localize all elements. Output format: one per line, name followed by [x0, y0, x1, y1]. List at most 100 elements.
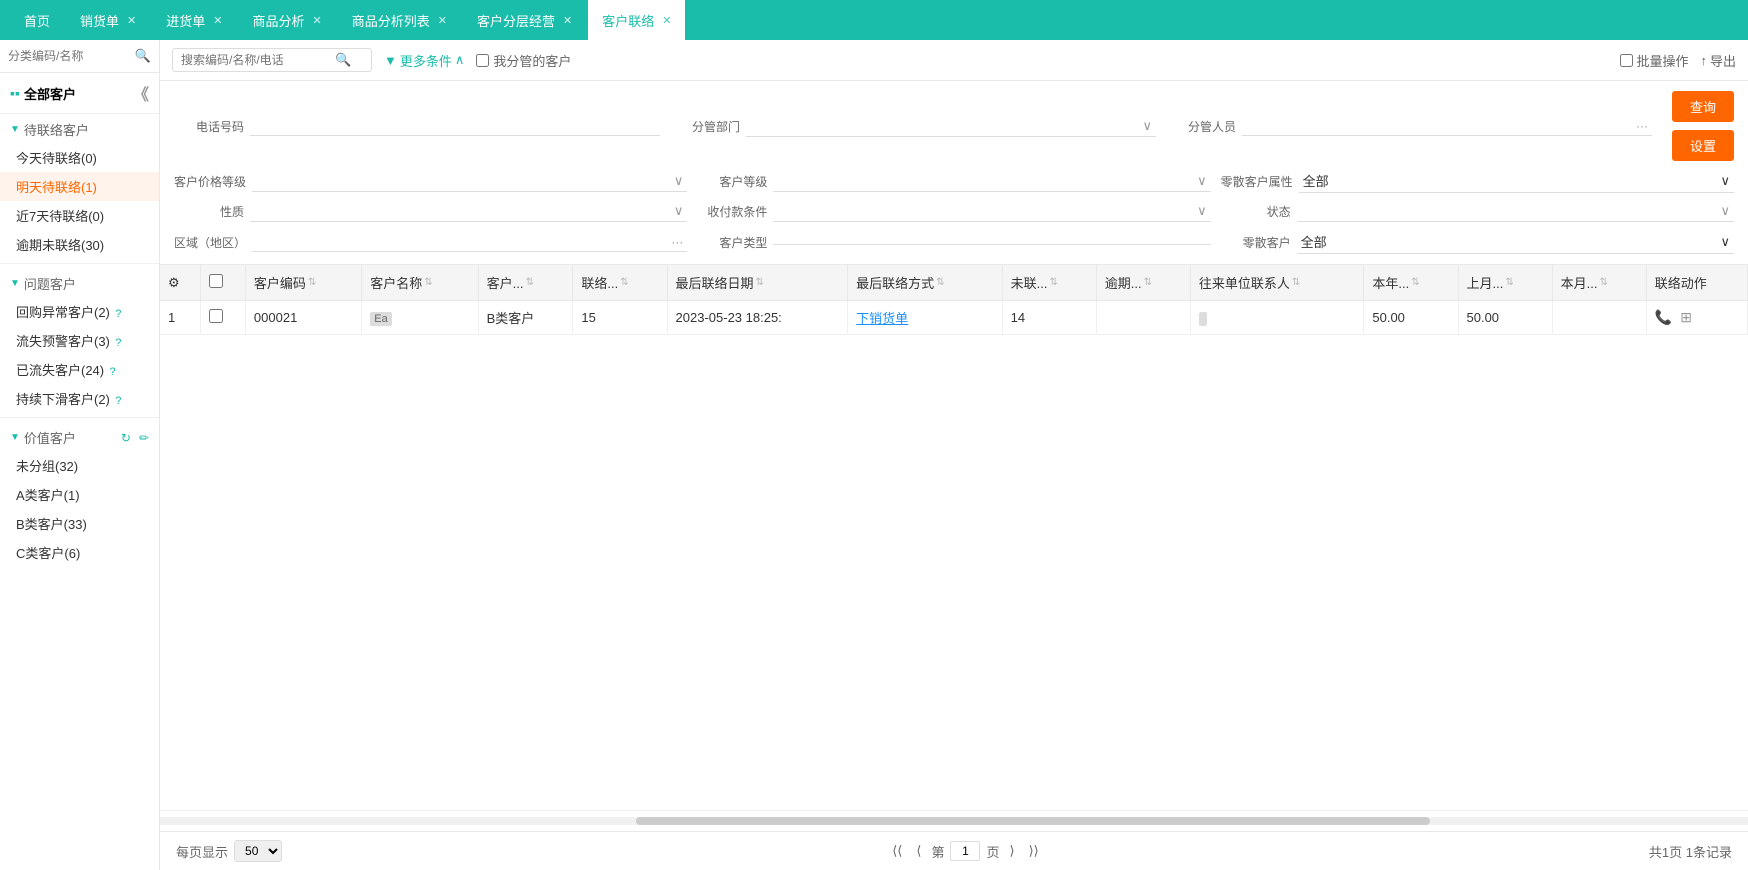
sidebar-collapse-icon[interactable]: 《: [133, 81, 149, 105]
filter-price-level-select[interactable]: ∨: [252, 171, 687, 192]
sort-icon-last-contact-date[interactable]: ⇅: [756, 277, 764, 288]
settings-icon[interactable]: ⚙: [168, 275, 180, 290]
export-btn[interactable]: ↑ 导出: [1700, 51, 1736, 70]
prev-page-btn[interactable]: ⟨: [912, 841, 925, 861]
th-checkbox: [200, 265, 245, 301]
sidebar-item-today-pending[interactable]: 今天待联络(0): [0, 143, 159, 172]
filter-customer-type-select[interactable]: [773, 240, 1210, 245]
refresh-icon[interactable]: ↻: [121, 431, 131, 445]
nav-product-analysis-list[interactable]: 商品分析列表 ✕: [338, 0, 461, 40]
nav-customer-segment-close[interactable]: ✕: [563, 14, 572, 27]
filter-dept-select[interactable]: ∨: [746, 116, 1156, 137]
sidebar-item-a-class[interactable]: A类客户(1): [0, 480, 159, 509]
sort-icon-name[interactable]: ⇅: [424, 277, 432, 288]
sidebar-item-tomorrow-pending[interactable]: 明天待联络(1): [0, 172, 159, 201]
sort-icon-this-month[interactable]: ⇅: [1599, 277, 1607, 288]
filter-region-dots[interactable]: ···: [671, 235, 683, 249]
nav-home[interactable]: 首页: [10, 0, 64, 40]
nav-customer-contact[interactable]: 客户联络 ✕: [588, 0, 685, 40]
query-button[interactable]: 查询: [1672, 91, 1734, 122]
filter-customer-level-select[interactable]: ∨: [773, 171, 1210, 192]
table-header-row: ⚙ 客户编码 ⇅ 客户名称: [160, 265, 1748, 301]
edit-icon[interactable]: ✏: [139, 431, 149, 445]
next-page-btn[interactable]: ⟩: [1005, 841, 1018, 861]
scroll-thumb[interactable]: [636, 817, 1430, 825]
chevron-up-icon: ∧: [455, 52, 465, 68]
search-bar: 🔍 ▼ 更多条件 ∧ 我分管的客户 批量操作 ↑ 导出: [160, 40, 1748, 81]
filter-customer-level: 客户等级 ∨: [697, 171, 1210, 192]
page-size-select[interactable]: 50: [234, 840, 282, 862]
nav-product-analysis-list-close[interactable]: ✕: [438, 14, 447, 27]
last-page-btn[interactable]: ⟩⟩: [1025, 841, 1043, 861]
my-customer-check[interactable]: [476, 54, 489, 67]
search-input[interactable]: [181, 53, 331, 67]
action-icon-phone[interactable]: 📞: [1655, 309, 1672, 326]
page-size-wrap: 每页显示 50: [176, 840, 282, 862]
row-checkbox[interactable]: [209, 309, 223, 323]
search-bar-right: 批量操作 ↑ 导出: [1620, 51, 1736, 70]
sidebar-item-churned[interactable]: 已流失客户(24) ?: [0, 355, 159, 384]
nav-customer-segment[interactable]: 客户分层经营 ✕: [463, 0, 586, 40]
table-footer: 每页显示 50 ⟨⟨ ⟨ 第 页 ⟩ ⟩⟩ 共1页 1条记录: [160, 831, 1748, 870]
td-uncontact: 14: [1002, 301, 1096, 335]
filter-payment-select[interactable]: ∨: [773, 201, 1210, 222]
pagination: ⟨⟨ ⟨ 第 页 ⟩ ⟩⟩: [888, 841, 1043, 861]
td-overdue: [1096, 301, 1190, 335]
filter-row-2: 客户价格等级 ∨ 客户等级 ∨ 零散客户属性 全部: [174, 169, 1734, 193]
nav-purchase-close[interactable]: ✕: [213, 14, 222, 27]
select-all-checkbox[interactable]: [209, 274, 223, 288]
filter-gender-select[interactable]: ∨: [250, 201, 687, 222]
sidebar-all-customers[interactable]: ▪▪ 全部客户 《: [0, 73, 159, 114]
sidebar-item-ungroup[interactable]: 未分组(32): [0, 451, 159, 480]
nav-sales-close[interactable]: ✕: [127, 14, 136, 27]
th-uncontact: 未联... ⇅: [1002, 265, 1096, 301]
th-action: 联络动作: [1646, 265, 1747, 301]
sort-icon-code[interactable]: ⇅: [308, 277, 316, 288]
sort-icon-contact-person[interactable]: ⇅: [1292, 277, 1300, 288]
sort-icon-type[interactable]: ⇅: [525, 277, 533, 288]
td-contact-count: 15: [573, 301, 667, 335]
sort-icon-this-year[interactable]: ⇅: [1411, 277, 1419, 288]
reset-button[interactable]: 设置: [1672, 130, 1734, 161]
sidebar-item-overdue-pending[interactable]: 逾期未联络(30): [0, 230, 159, 259]
contact-person-badge: [1199, 312, 1207, 326]
sidebar-item-c-class[interactable]: C类客户(6): [0, 538, 159, 567]
sidebar-search-input[interactable]: [8, 49, 131, 63]
search-icon[interactable]: 🔍: [335, 52, 351, 68]
nav-product-analysis-close[interactable]: ✕: [313, 14, 322, 27]
first-page-btn[interactable]: ⟨⟨: [888, 841, 906, 861]
sort-icon-uncontact[interactable]: ⇅: [1049, 277, 1057, 288]
filter-manager-dots[interactable]: ···: [1636, 119, 1648, 133]
sort-icon-contact-count[interactable]: ⇅: [620, 277, 628, 288]
filter-panel: 电话号码 分管部门 ∨ 分管人员 ··· 查询: [160, 81, 1748, 265]
td-type: B类客户: [478, 301, 573, 335]
name-badge: Ea: [370, 312, 391, 326]
filter-customer-type: 客户类型: [697, 234, 1210, 251]
action-icon-grid[interactable]: ⊞: [1680, 309, 1692, 326]
sort-icon-last-month[interactable]: ⇅: [1505, 277, 1513, 288]
sidebar-item-b-class[interactable]: B类客户(33): [0, 509, 159, 538]
scroll-track[interactable]: [160, 817, 1748, 825]
sort-icon-last-contact-method[interactable]: ⇅: [936, 277, 944, 288]
sort-icon-overdue[interactable]: ⇅: [1144, 277, 1152, 288]
batch-op-check[interactable]: [1620, 54, 1633, 67]
nav-purchase[interactable]: 进货单 ✕: [152, 0, 236, 40]
last-contact-method-link[interactable]: 下销货单: [856, 311, 908, 326]
sidebar-item-churn-warning[interactable]: 流失预警客户(3) ?: [0, 326, 159, 355]
more-filter-btn[interactable]: ▼ 更多条件 ∧: [384, 51, 464, 70]
sidebar-item-7days-pending[interactable]: 近7天待联络(0): [0, 201, 159, 230]
nav-sales[interactable]: 销货单 ✕: [66, 0, 150, 40]
nav-customer-contact-close[interactable]: ✕: [662, 14, 671, 27]
filter-phone-input[interactable]: [250, 117, 660, 136]
filter-status-select[interactable]: ∨: [1297, 201, 1734, 222]
filter-retail-attr-select[interactable]: 全部 ∨: [1299, 169, 1734, 193]
sidebar-search-icon[interactable]: 🔍: [135, 48, 151, 64]
filter-retail-customer-select[interactable]: 全部 ∨: [1297, 230, 1734, 254]
my-customer-checkbox[interactable]: 我分管的客户: [476, 51, 571, 70]
batch-op-btn[interactable]: 批量操作: [1620, 51, 1688, 70]
sidebar-item-abnormal[interactable]: 回购异常客户(2) ?: [0, 297, 159, 326]
table-area: ⚙ 客户编码 ⇅ 客户名称: [160, 265, 1748, 810]
sidebar-item-declining[interactable]: 持续下滑客户(2) ?: [0, 384, 159, 413]
page-number-input[interactable]: [950, 841, 980, 861]
nav-product-analysis[interactable]: 商品分析 ✕: [238, 0, 335, 40]
